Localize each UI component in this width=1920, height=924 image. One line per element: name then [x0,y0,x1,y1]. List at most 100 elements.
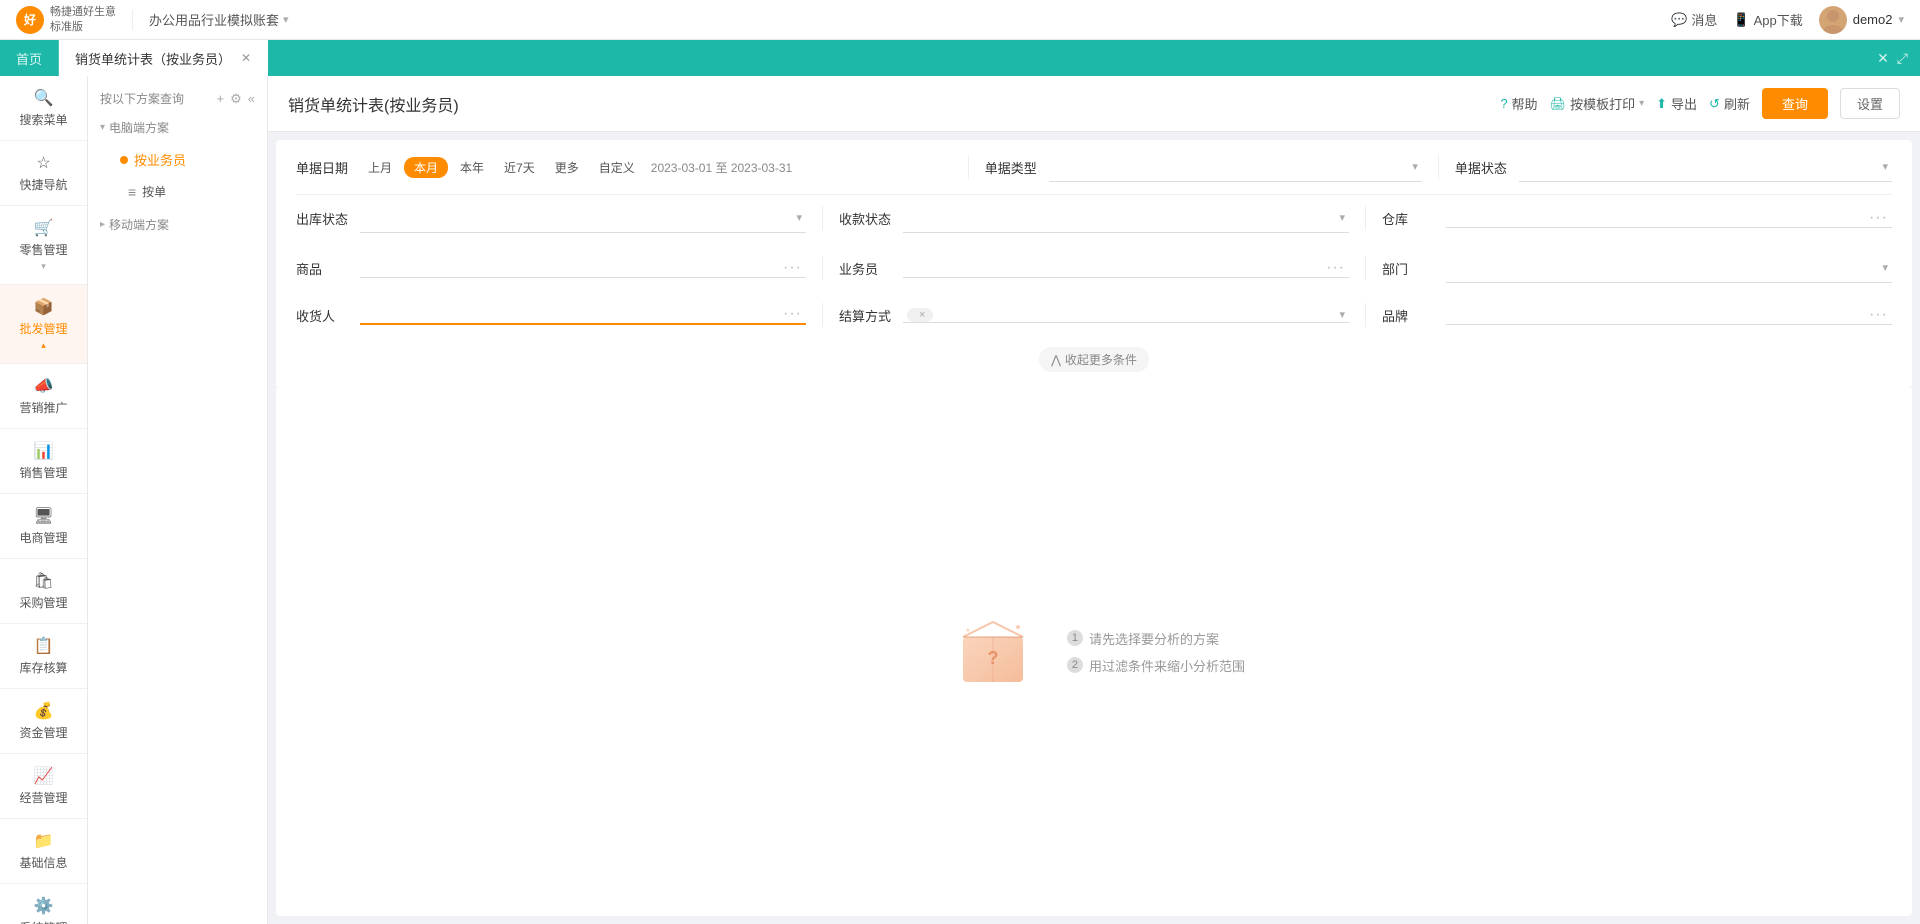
scheme-group-mobile-title[interactable]: ▸ 移动端方案 [88,210,267,239]
doc-type-select[interactable]: ▾ [1049,152,1422,182]
filter-department: 部门 ▾ [1382,253,1892,283]
settings-button[interactable]: 设置 [1840,88,1900,119]
settings-scheme-btn[interactable]: ⚙ [230,91,242,107]
filter-goods: 商品 ··· [296,259,806,278]
user-area[interactable]: demo2 ▾ [1819,6,1904,34]
date-btn-more[interactable]: 更多 [547,157,587,178]
collapse-bar: ⋀ 收起更多条件 [296,339,1892,376]
payment-method-label: 结算方式 [839,306,895,325]
filter-receipt-status: 收款状态 ▾ [839,203,1349,233]
consignee-input-area[interactable]: ··· [360,305,806,325]
doc-type-label: 单据类型 [985,158,1041,177]
filter-sep-6 [1365,256,1366,280]
add-scheme-btn[interactable]: + [217,91,225,106]
salesperson-dots[interactable]: ··· [1326,259,1345,277]
filter-row-1: 单据日期 上月 本月 本年 近7天 更多 自定义 2023-03-01 至 20… [296,152,1892,182]
top-bar: 好 畅捷通好生意 标准版 办公用品行业模拟账套 ▾ 💬 消息 📱 App下载 d… [0,0,1920,40]
filter-consignee: 收货人 ··· [296,305,806,325]
sidebar-item-system[interactable]: ⚙️ 系统管理 [0,884,87,924]
consignee-dots[interactable]: ··· [783,305,802,323]
logo-text: 畅捷通好生意 标准版 [50,5,116,34]
sidebar-item-retail[interactable]: 🛒 零售管理 ▾ [0,206,87,285]
system-icon: ⚙️ [34,896,54,916]
collapse-panel-btn[interactable]: « [248,91,255,106]
app-download-btn[interactable]: 📱 App下载 [1733,10,1802,29]
download-icon: 📱 [1733,12,1749,28]
warehouse-label: 仓库 [1382,209,1438,228]
sidebar-item-wholesale[interactable]: 📦 批发管理 ▴ [0,285,87,364]
receipt-status-select[interactable]: ▾ [903,203,1349,233]
filter-sep-2 [1438,155,1439,179]
operation-icon: 📈 [34,766,54,786]
tab-home[interactable]: 首页 [0,40,59,76]
out-status-dropdown-icon: ▾ [796,211,802,224]
doc-status-select[interactable]: ▾ [1519,152,1892,182]
refresh-icon: ↺ [1709,96,1720,112]
sidebar-item-marketing[interactable]: 📣 营销推广 [0,364,87,429]
sidebar-item-finance[interactable]: 💰 资金管理 [0,689,87,754]
sidebar-item-purchase[interactable]: 🛍 采购管理 [0,559,87,624]
print-icon: 🖨 [1550,96,1567,112]
doc-type-dropdown-icon: ▾ [1412,160,1418,173]
salesperson-label: 业务员 [839,259,895,278]
date-btn-this-month[interactable]: 本月 [404,157,448,178]
scheme-item-by-order[interactable]: ≡ 按单 [104,177,267,206]
wholesale-icon: 📦 [34,297,54,317]
date-btn-custom[interactable]: 自定义 [591,157,643,178]
date-filter-group: 上月 本月 本年 近7天 更多 自定义 2023-03-01 至 2023-03… [360,157,952,178]
date-btn-last-month[interactable]: 上月 [360,157,400,178]
export-btn[interactable]: ⬆ 导出 [1656,94,1697,113]
app-title: 办公用品行业模拟账套 ▾ [149,10,289,29]
payment-method-tag-close[interactable]: × [919,309,925,321]
empty-state: ? 1 请先选择要分析的方案 2 用过滤条件来缩小分析范围 [276,388,1912,916]
date-btn-7days[interactable]: 近7天 [496,157,543,178]
receipt-status-label: 收款状态 [839,209,895,228]
query-button[interactable]: 查询 [1762,88,1828,119]
tab-sales-stat[interactable]: 销货单统计表（按业务员） ✕ [59,40,268,76]
goods-input-area[interactable]: ··· [360,259,806,278]
help-btn[interactable]: ? 帮助 [1500,94,1537,113]
warehouse-input-area[interactable]: ··· [1446,209,1892,228]
out-status-select[interactable]: ▾ [360,203,806,233]
marketing-icon: 📣 [34,376,54,396]
sidebar-item-operation[interactable]: 📈 经营管理 [0,754,87,819]
content-area: 销货单统计表(按业务员) ? 帮助 🖨 按模板打印 ▾ ⬆ 导出 ↺ 刷新 [268,76,1920,924]
tab-close-window-icon[interactable]: ✕ [1877,50,1889,67]
tab-expand-icon[interactable]: ⤢ [1897,50,1908,67]
date-range-text: 2023-03-01 至 2023-03-31 [651,159,792,176]
basic-icon: 📁 [34,831,54,851]
ecommerce-icon: 🖥 [33,506,53,526]
print-dropdown-icon: ▾ [1639,98,1644,109]
department-dropdown-icon: ▾ [1882,261,1888,274]
sidebar-item-ecommerce[interactable]: 🖥 电商管理 [0,494,87,559]
scheme-item-by-salesperson[interactable]: 按业务员 [108,143,263,176]
refresh-btn[interactable]: ↺ 刷新 [1709,94,1750,113]
filter-sep-4 [1365,206,1366,230]
sidebar-item-quick-nav[interactable]: ☆ 快捷导航 [0,141,87,206]
payment-method-area: × ▾ [903,308,1349,323]
brand-dots[interactable]: ··· [1869,306,1888,324]
payment-method-tag: × [907,308,933,322]
department-select[interactable]: ▾ [1446,253,1892,283]
filter-row-2: 出库状态 ▾ 收款状态 ▾ 仓库 [296,203,1892,233]
template-print-btn[interactable]: 🖨 按模板打印 ▾ [1550,94,1645,113]
sidebar-item-basic[interactable]: 📁 基础信息 [0,819,87,884]
sidebar-item-inventory[interactable]: 📋 库存核算 [0,624,87,689]
scheme-group-pc-content: 按业务员 ≡ 按单 [88,143,267,206]
filter-salesperson: 业务员 ··· [839,259,1349,278]
dropdown-icon[interactable]: ▾ [283,13,289,26]
sidebar-item-sales-mgmt[interactable]: 📊 销售管理 [0,429,87,494]
scheme-group-pc: ▾ 电脑端方案 按业务员 ≡ 按单 [88,113,267,206]
warehouse-dots[interactable]: ··· [1869,209,1888,227]
message-btn[interactable]: 💬 消息 [1671,10,1717,29]
brand-input-area[interactable]: ··· [1446,306,1892,325]
active-dot [120,156,128,164]
sidebar-item-search[interactable]: 🔍 搜索菜单 [0,76,87,141]
scheme-group-pc-title[interactable]: ▾ 电脑端方案 [88,113,267,142]
goods-label: 商品 [296,259,352,278]
date-btn-this-year[interactable]: 本年 [452,157,492,178]
salesperson-input-area[interactable]: ··· [903,259,1349,278]
goods-dots[interactable]: ··· [783,259,802,277]
collapse-btn[interactable]: ⋀ 收起更多条件 [1039,347,1149,372]
tab-close-icon[interactable]: ✕ [241,51,251,65]
